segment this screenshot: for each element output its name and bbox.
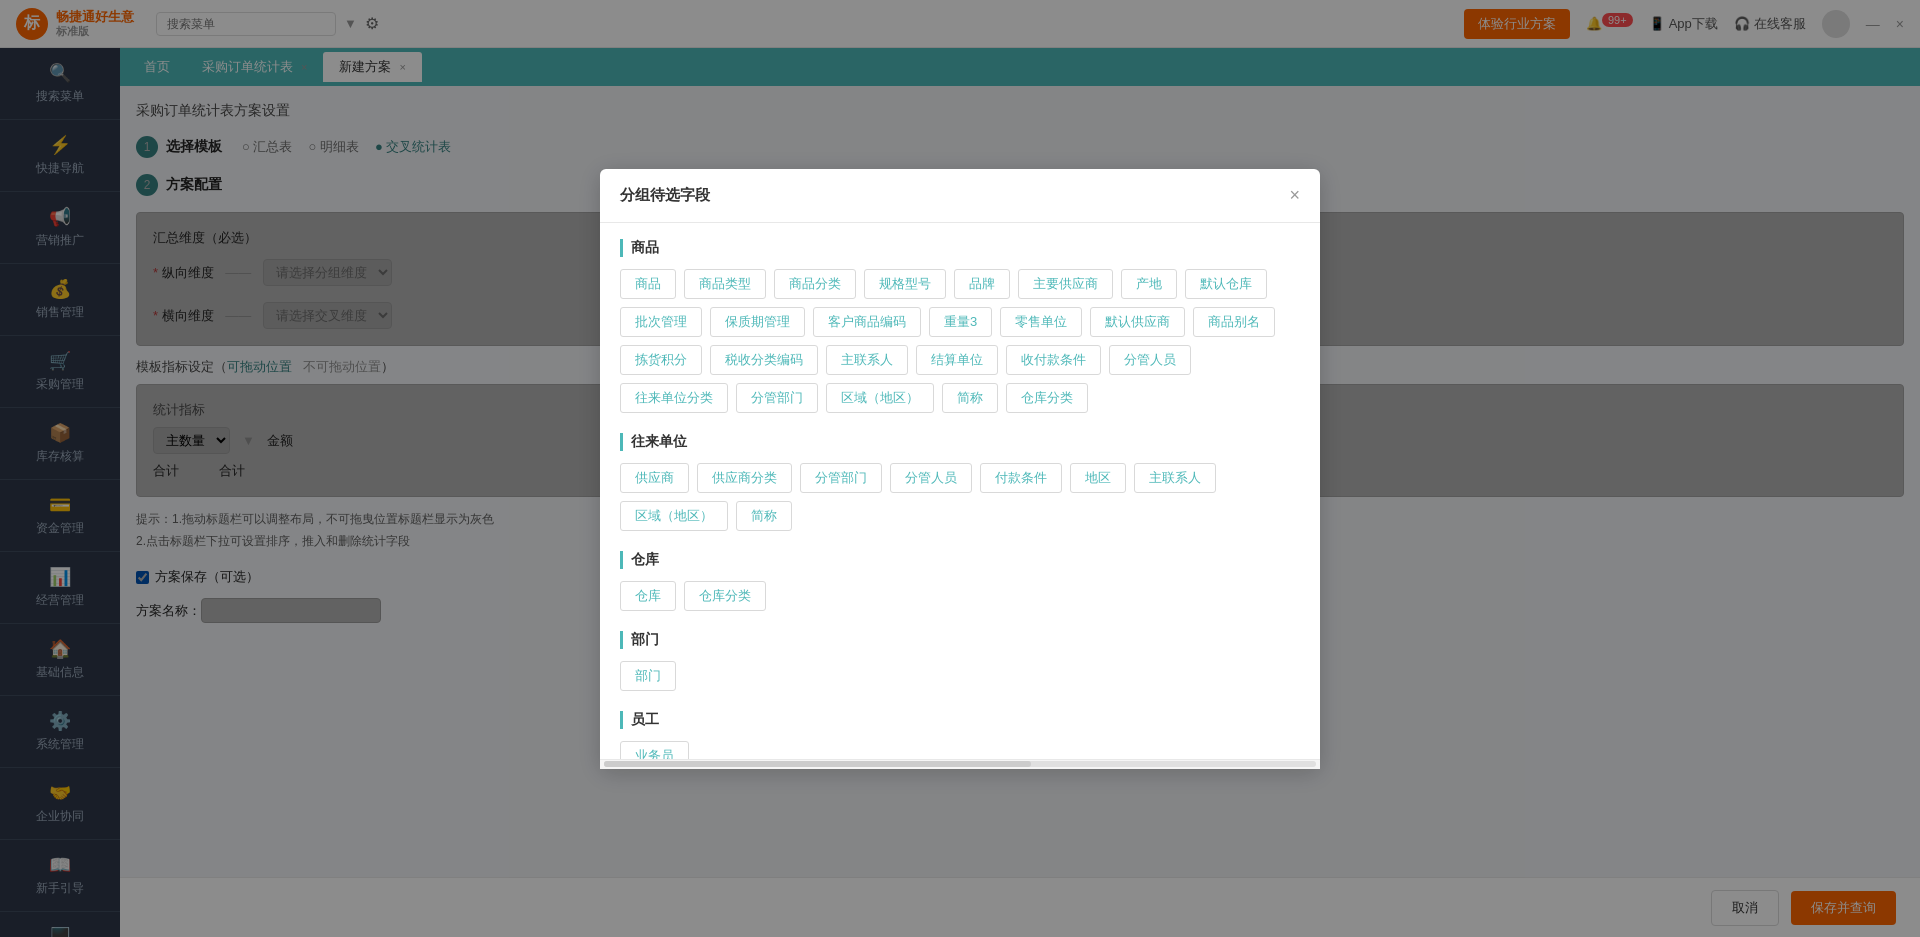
- field-tag-0-24[interactable]: 简称: [942, 383, 998, 413]
- modal-title: 分组待选字段: [620, 186, 710, 205]
- field-tag-2-1[interactable]: 仓库分类: [684, 581, 766, 611]
- field-tag-0-9[interactable]: 保质期管理: [710, 307, 805, 337]
- field-tag-0-14[interactable]: 商品别名: [1193, 307, 1275, 337]
- field-tag-1-0[interactable]: 供应商: [620, 463, 689, 493]
- modal-header: 分组待选字段 ×: [600, 169, 1320, 223]
- field-tag-0-3[interactable]: 规格型号: [864, 269, 946, 299]
- field-tag-0-8[interactable]: 批次管理: [620, 307, 702, 337]
- field-tag-0-2[interactable]: 商品分类: [774, 269, 856, 299]
- hscroll-thumb: [604, 761, 1031, 767]
- field-tag-0-20[interactable]: 分管人员: [1109, 345, 1191, 375]
- field-tag-0-23[interactable]: 区域（地区）: [826, 383, 934, 413]
- field-grid-4: 业务员: [620, 741, 1300, 759]
- section-title-3: 部门: [620, 631, 1300, 649]
- field-tag-0-19[interactable]: 收付款条件: [1006, 345, 1101, 375]
- field-section-0: 商品商品商品类型商品分类规格型号品牌主要供应商产地默认仓库批次管理保质期管理客户…: [620, 239, 1300, 413]
- field-tag-0-11[interactable]: 重量3: [929, 307, 992, 337]
- field-tag-2-0[interactable]: 仓库: [620, 581, 676, 611]
- field-select-modal: 分组待选字段 × 商品商品商品类型商品分类规格型号品牌主要供应商产地默认仓库批次…: [600, 169, 1320, 769]
- field-grid-1: 供应商供应商分类分管部门分管人员付款条件地区主联系人区域（地区） 简称: [620, 463, 1300, 531]
- field-tag-0-5[interactable]: 主要供应商: [1018, 269, 1113, 299]
- field-tag-4-0[interactable]: 业务员: [620, 741, 689, 759]
- field-grid-2: 仓库仓库分类: [620, 581, 1300, 611]
- field-tag-0-21[interactable]: 往来单位分类: [620, 383, 728, 413]
- field-tag-0-17[interactable]: 主联系人: [826, 345, 908, 375]
- section-title-0: 商品: [620, 239, 1300, 257]
- field-tag-0-25[interactable]: 仓库分类: [1006, 383, 1088, 413]
- section-title-4: 员工: [620, 711, 1300, 729]
- field-tag-3-0[interactable]: 部门: [620, 661, 676, 691]
- field-section-3: 部门部门: [620, 631, 1300, 691]
- field-tag-1-3[interactable]: 分管人员: [890, 463, 972, 493]
- field-tag-0-10[interactable]: 客户商品编码: [813, 307, 921, 337]
- field-tag-1-5[interactable]: 地区: [1070, 463, 1126, 493]
- field-section-2: 仓库仓库仓库分类: [620, 551, 1300, 611]
- field-tag-0-7[interactable]: 默认仓库: [1185, 269, 1267, 299]
- field-tag-1-7[interactable]: 区域（地区）: [620, 501, 728, 531]
- field-tag-1-8[interactable]: 简称: [736, 501, 792, 531]
- field-tag-0-12[interactable]: 零售单位: [1000, 307, 1082, 337]
- field-tag-0-18[interactable]: 结算单位: [916, 345, 998, 375]
- field-tag-0-0[interactable]: 商品: [620, 269, 676, 299]
- field-grid-3: 部门: [620, 661, 1300, 691]
- field-tag-1-6[interactable]: 主联系人: [1134, 463, 1216, 493]
- hscroll-track: [604, 761, 1316, 767]
- section-title-2: 仓库: [620, 551, 1300, 569]
- field-tag-0-16[interactable]: 税收分类编码: [710, 345, 818, 375]
- modal-body[interactable]: 商品商品商品类型商品分类规格型号品牌主要供应商产地默认仓库批次管理保质期管理客户…: [600, 223, 1320, 759]
- modal-hscroll[interactable]: [600, 759, 1320, 769]
- field-grid-0: 商品商品类型商品分类规格型号品牌主要供应商产地默认仓库批次管理保质期管理客户商品…: [620, 269, 1300, 413]
- field-tag-0-1[interactable]: 商品类型: [684, 269, 766, 299]
- field-tag-1-1[interactable]: 供应商分类: [697, 463, 792, 493]
- field-tag-0-15[interactable]: 拣货积分: [620, 345, 702, 375]
- modal-overlay: 分组待选字段 × 商品商品商品类型商品分类规格型号品牌主要供应商产地默认仓库批次…: [0, 0, 1920, 937]
- field-tag-0-4[interactable]: 品牌: [954, 269, 1010, 299]
- field-tag-0-13[interactable]: 默认供应商: [1090, 307, 1185, 337]
- field-tag-0-6[interactable]: 产地: [1121, 269, 1177, 299]
- field-section-1: 往来单位供应商供应商分类分管部门分管人员付款条件地区主联系人区域（地区） 简称: [620, 433, 1300, 531]
- field-tag-0-22[interactable]: 分管部门: [736, 383, 818, 413]
- field-section-4: 员工业务员: [620, 711, 1300, 759]
- field-tag-1-2[interactable]: 分管部门: [800, 463, 882, 493]
- field-tag-1-4[interactable]: 付款条件: [980, 463, 1062, 493]
- modal-close-btn[interactable]: ×: [1289, 185, 1300, 206]
- section-title-1: 往来单位: [620, 433, 1300, 451]
